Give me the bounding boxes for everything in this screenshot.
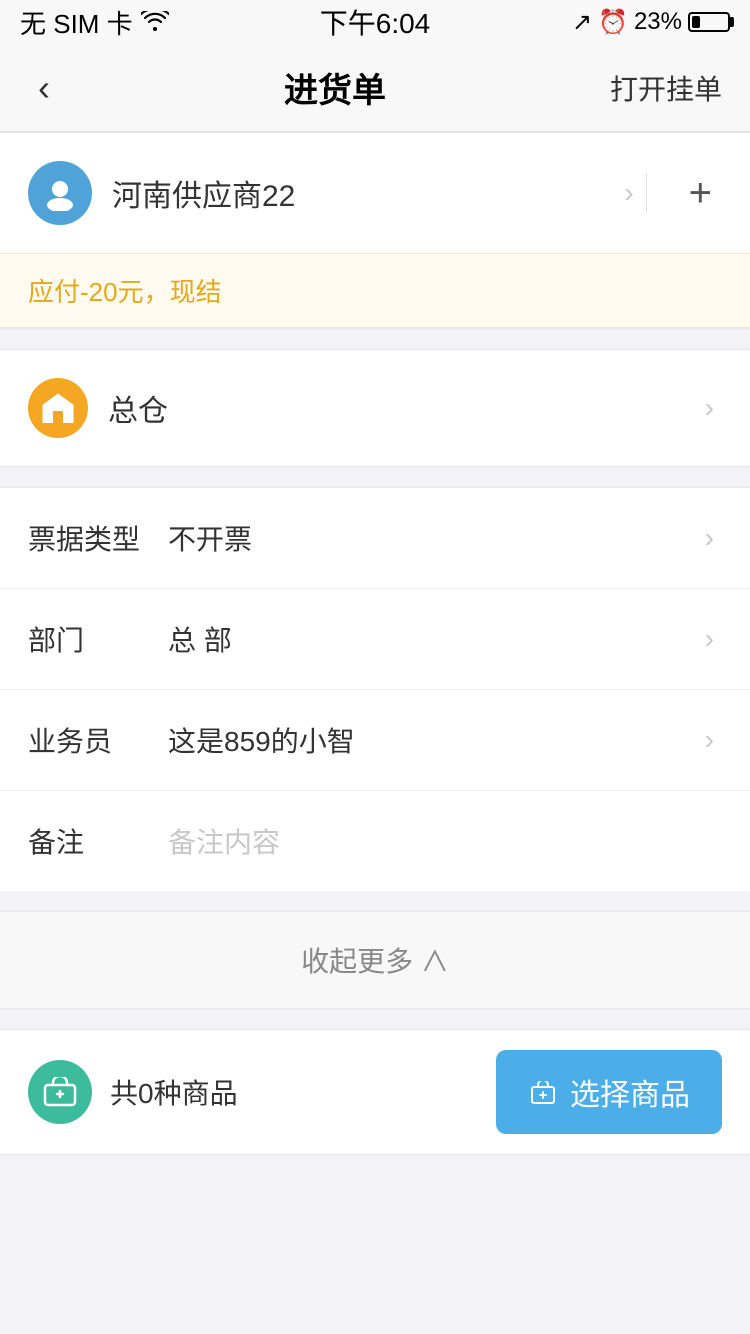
carrier-text: 无 SIM 卡 [20,4,133,41]
product-icon [28,1060,92,1124]
form-section: 票据类型 不开票 › 部门 总 部 › 业务员 这是859的小智 › 备注 备注… [0,487,750,891]
bottom-bar: 共0种商品 选择商品 [0,1029,750,1155]
sales-row[interactable]: 业务员 这是859的小智 › [0,690,750,791]
status-bar: 无 SIM 卡 下午6:04 ↗ ⏰ 23% [0,0,750,44]
warehouse-chevron-icon: › [705,392,714,424]
invoice-value: 不开票 [148,518,705,558]
dept-row[interactable]: 部门 总 部 › [0,589,750,690]
supplier-notice: 应付-20元，现结 [0,253,750,328]
open-pending-button[interactable]: 打开挂单 [610,68,722,108]
supplier-chevron-icon: › [624,177,633,209]
warehouse-name: 总仓 [108,386,705,430]
warehouse-icon [28,378,88,438]
sales-value: 这是859的小智 [148,720,705,760]
dept-value: 总 部 [148,619,705,659]
battery-icon [688,12,730,32]
battery-pct: 23% [634,8,682,36]
dept-chevron-icon: › [705,623,714,655]
location-icon: ↗ [572,8,592,37]
main-content: 河南供应商22 › + 应付-20元，现结 总仓 › 票据类型 不开票 › 部门 [0,132,750,1155]
supplier-avatar [28,161,92,225]
note-input[interactable]: 备注内容 [148,821,722,861]
status-time: 下午6:04 [320,2,431,42]
select-btn-label: 选择商品 [570,1070,690,1114]
alarm-icon: ⏰ [598,8,628,37]
invoice-chevron-icon: › [705,522,714,554]
back-button[interactable]: ‹ [28,57,60,119]
add-supplier-button[interactable]: + [679,171,722,216]
warehouse-row[interactable]: 总仓 › [0,349,750,467]
supplier-divider [646,173,647,213]
supplier-name: 河南供应商22 [112,171,624,215]
product-count: 共0种商品 [110,1072,496,1112]
dept-label: 部门 [28,619,148,659]
wifi-icon [141,7,169,38]
invoice-label: 票据类型 [28,518,148,558]
sales-chevron-icon: › [705,724,714,756]
collapse-label: 收起更多 ∧ [301,946,449,977]
carrier-info: 无 SIM 卡 [20,4,169,41]
select-product-button[interactable]: 选择商品 [496,1050,722,1134]
note-row[interactable]: 备注 备注内容 [0,791,750,891]
note-label: 备注 [28,821,148,861]
invoice-row[interactable]: 票据类型 不开票 › [0,488,750,589]
page-title: 进货单 [284,63,386,112]
cart-icon [528,1076,558,1108]
supplier-section: 河南供应商22 › + 应付-20元，现结 [0,132,750,329]
status-right: ↗ ⏰ 23% [572,8,730,37]
supplier-row[interactable]: 河南供应商22 › + [0,133,750,253]
sales-label: 业务员 [28,720,148,760]
nav-bar: ‹ 进货单 打开挂单 [0,44,750,132]
collapse-button[interactable]: 收起更多 ∧ [0,911,750,1009]
